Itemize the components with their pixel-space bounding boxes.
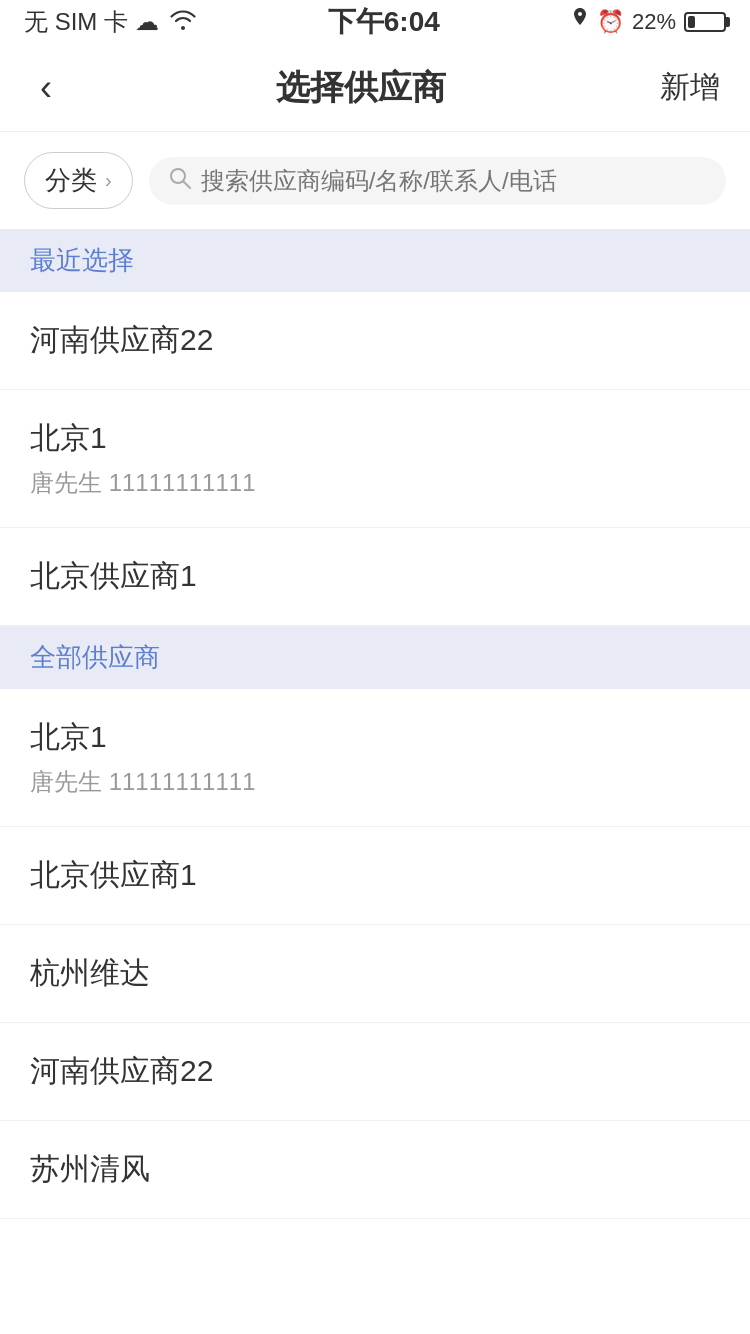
item-contact: 唐先生 11111111111 xyxy=(30,766,720,798)
item-name: 河南供应商22 xyxy=(30,320,720,361)
list-item[interactable]: 杭州维达 xyxy=(0,925,750,1023)
svg-line-1 xyxy=(183,181,190,188)
add-button[interactable]: 新增 xyxy=(660,67,720,108)
alarm-icon: ⏰ xyxy=(597,9,624,35)
no-sim-text: 无 SIM 卡 ☁ xyxy=(24,6,159,38)
item-contact: 唐先生 11111111111 xyxy=(30,467,720,499)
item-name: 北京1 xyxy=(30,717,720,758)
all-list: 北京1 唐先生 11111111111 北京供应商1 杭州维达河南供应商22 苏州清风 xyxy=(0,689,750,1219)
filter-bar: 分类 › xyxy=(0,132,750,229)
item-name: 北京供应商1 xyxy=(30,556,720,597)
list-item[interactable]: 北京1 唐先生 11111111111 xyxy=(0,390,750,528)
item-name: 杭州维达 xyxy=(30,953,720,994)
recent-section-label: 最近选择 xyxy=(30,245,134,275)
recent-section-header: 最近选择 xyxy=(0,229,750,292)
battery-icon xyxy=(684,12,726,32)
list-item[interactable]: 北京供应商1 xyxy=(0,528,750,626)
chevron-right-icon: › xyxy=(105,169,112,192)
all-section-header: 全部供应商 xyxy=(0,626,750,689)
recent-list: 河南供应商22 北京1 唐先生 11111111111 北京供应商1 xyxy=(0,292,750,626)
back-button[interactable]: ‹ xyxy=(30,57,62,119)
wifi-icon xyxy=(169,8,197,36)
category-button[interactable]: 分类 › xyxy=(24,152,133,209)
search-icon xyxy=(169,167,191,195)
search-input[interactable] xyxy=(201,167,706,195)
status-left: 无 SIM 卡 ☁ xyxy=(24,6,197,38)
search-box[interactable] xyxy=(149,157,726,205)
location-icon xyxy=(571,8,589,36)
list-item[interactable]: 北京供应商1 xyxy=(0,827,750,925)
battery-percent: 22% xyxy=(632,9,676,35)
page-title: 选择供应商 xyxy=(276,65,446,111)
item-name: 河南供应商22 xyxy=(30,1051,720,1092)
status-right: ⏰ 22% xyxy=(571,8,726,36)
list-item[interactable]: 苏州清风 xyxy=(0,1121,750,1219)
list-item[interactable]: 北京1 唐先生 11111111111 xyxy=(0,689,750,827)
list-item[interactable]: 河南供应商22 xyxy=(0,292,750,390)
category-label: 分类 xyxy=(45,163,97,198)
item-name: 北京供应商1 xyxy=(30,855,720,896)
nav-bar: ‹ 选择供应商 新增 xyxy=(0,44,750,132)
item-name: 苏州清风 xyxy=(30,1149,720,1190)
status-bar: 无 SIM 卡 ☁ 下午6:04 ⏰ 22% xyxy=(0,0,750,44)
item-name: 北京1 xyxy=(30,418,720,459)
all-section-label: 全部供应商 xyxy=(30,642,160,672)
status-time: 下午6:04 xyxy=(328,3,440,41)
list-item[interactable]: 河南供应商22 xyxy=(0,1023,750,1121)
